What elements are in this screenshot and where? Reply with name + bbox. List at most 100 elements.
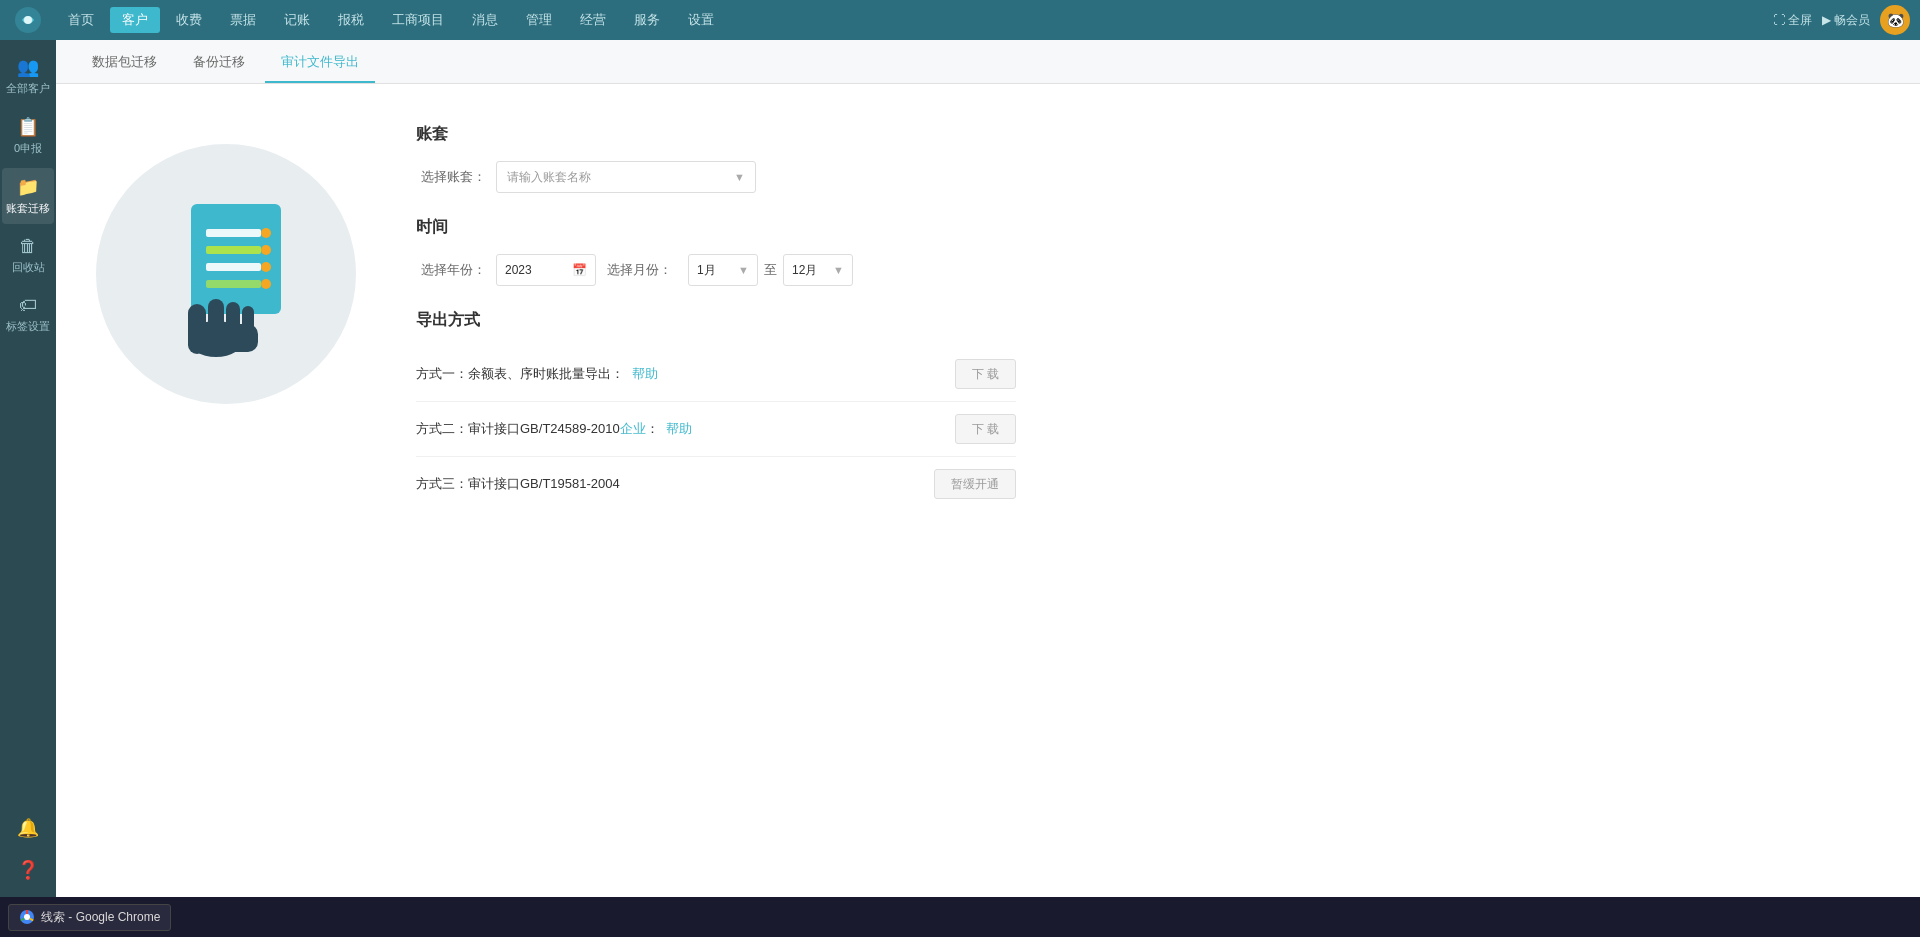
calendar-icon: 📅 xyxy=(572,263,587,277)
nav-operation[interactable]: 经营 xyxy=(568,7,618,33)
method2-download-button[interactable]: 下 载 xyxy=(955,414,1016,444)
nav-service[interactable]: 服务 xyxy=(622,7,672,33)
export-method-3: 方式三：审计接口GB/T19581-2004 暂缓开通 xyxy=(416,457,1016,511)
illustration-circle xyxy=(96,144,356,404)
nav-tax[interactable]: 报税 xyxy=(326,7,376,33)
year-label: 选择年份： xyxy=(416,261,486,279)
account-select[interactable]: 请输入账套名称 ▼ xyxy=(496,161,756,193)
month-start-select[interactable]: 1月 ▼ xyxy=(688,254,758,286)
taskbar-item-label: 线索 - Google Chrome xyxy=(41,909,160,926)
taskbar-chrome-item[interactable]: 线索 - Google Chrome xyxy=(8,904,171,931)
sidebar-item-label: 回收站 xyxy=(12,260,45,275)
top-nav-right: ⛶ 全屏 ▶ 畅会员 🐼 xyxy=(1773,5,1910,35)
svg-point-10 xyxy=(261,279,271,289)
main-layout: 👥 全部客户 📋 0申报 📁 账套迁移 🗑 回收站 🏷 标签设置 🔔 ❓ xyxy=(0,40,1920,897)
label-settings-icon: 🏷 xyxy=(19,295,37,316)
zero-declare-icon: 📋 xyxy=(17,116,39,138)
method1-text: 方式一：余额表、序时账批量导出： xyxy=(416,366,624,381)
method2-help-link[interactable]: 帮助 xyxy=(666,421,692,436)
export-section: 导出方式 方式一：余额表、序时账批量导出： 帮助 下 载 方式二：审计接口GB/… xyxy=(416,310,1016,511)
sidebar-notification[interactable]: 🔔 xyxy=(2,809,54,847)
chevron-down-icon: ▼ xyxy=(833,264,844,276)
to-label: 至 xyxy=(764,261,777,279)
export-method-1: 方式一：余额表、序时账批量导出： 帮助 下 载 xyxy=(416,347,1016,402)
year-value: 2023 xyxy=(505,263,532,277)
vip-label: 畅会员 xyxy=(1834,12,1870,29)
nav-bookkeeping[interactable]: 记账 xyxy=(272,7,322,33)
nav-invoice[interactable]: 票据 xyxy=(218,7,268,33)
sidebar-item-label-settings[interactable]: 🏷 标签设置 xyxy=(2,287,54,342)
sidebar-item-all-clients[interactable]: 👥 全部客户 xyxy=(2,48,54,104)
svg-rect-2 xyxy=(191,204,281,314)
method1-download-button[interactable]: 下 载 xyxy=(955,359,1016,389)
svg-rect-3 xyxy=(206,229,261,237)
avatar[interactable]: 🐼 xyxy=(1880,5,1910,35)
export-method-2: 方式二：审计接口GB/T24589-2010企业： 帮助 下 载 xyxy=(416,402,1016,457)
recycle-icon: 🗑 xyxy=(19,236,37,257)
top-nav: 首页 客户 收费 票据 记账 报税 工商项目 消息 管理 经营 服务 设置 ⛶ … xyxy=(0,0,1920,40)
illustration-area xyxy=(96,124,356,857)
svg-rect-5 xyxy=(206,263,261,271)
svg-point-7 xyxy=(261,228,271,238)
sidebar-item-account-migrate[interactable]: 📁 账套迁移 xyxy=(2,168,54,224)
svg-point-1 xyxy=(24,16,32,24)
app-logo xyxy=(10,2,46,38)
method1-label: 方式一：余额表、序时账批量导出： 帮助 xyxy=(416,365,955,383)
method3-label: 方式三：审计接口GB/T19581-2004 xyxy=(416,475,934,493)
fullscreen-icon: ⛶ xyxy=(1773,13,1785,27)
sidebar-bottom: 🔔 ❓ xyxy=(2,809,54,889)
fullscreen-button[interactable]: ⛶ 全屏 xyxy=(1773,12,1812,29)
account-placeholder: 请输入账套名称 xyxy=(507,169,591,186)
svg-point-18 xyxy=(24,914,30,920)
month-label: 选择月份： xyxy=(602,261,672,279)
sidebar-item-label: 账套迁移 xyxy=(6,201,50,216)
sidebar-item-label: 全部客户 xyxy=(6,81,50,96)
vip-icon: ▶ xyxy=(1822,13,1831,27)
nav-client[interactable]: 客户 xyxy=(110,7,160,33)
chevron-down-icon: ▼ xyxy=(738,264,749,276)
nav-home[interactable]: 首页 xyxy=(56,7,106,33)
method2-company-text: 企业 xyxy=(620,421,646,436)
top-nav-items: 首页 客户 收费 票据 记账 报税 工商项目 消息 管理 经营 服务 设置 xyxy=(56,7,1773,33)
time-section-title: 时间 xyxy=(416,217,1016,238)
sidebar-item-recycle[interactable]: 🗑 回收站 xyxy=(2,228,54,283)
help-icon: ❓ xyxy=(17,859,39,881)
tab-backup-migrate[interactable]: 备份迁移 xyxy=(177,43,261,83)
tab-data-migrate[interactable]: 数据包迁移 xyxy=(76,43,173,83)
chevron-down-icon: ▼ xyxy=(734,171,745,183)
sidebar-item-zero-declare[interactable]: 📋 0申报 xyxy=(2,108,54,164)
all-clients-icon: 👥 xyxy=(17,56,39,78)
left-sidebar: 👥 全部客户 📋 0申报 📁 账套迁移 🗑 回收站 🏷 标签设置 🔔 ❓ xyxy=(0,40,56,897)
sidebar-help[interactable]: ❓ xyxy=(2,851,54,889)
method2-text: 方式二：审计接口GB/T24589-2010 xyxy=(416,421,620,436)
nav-business[interactable]: 工商项目 xyxy=(380,7,456,33)
method3-open-button[interactable]: 暂缓开通 xyxy=(934,469,1016,499)
time-section: 时间 选择年份： 2023 📅 选择月份： 1月 ▼ xyxy=(416,217,1016,286)
account-row: 选择账套： 请输入账套名称 ▼ xyxy=(416,161,1016,193)
month-end-select[interactable]: 12月 ▼ xyxy=(783,254,853,286)
chrome-icon xyxy=(19,909,35,925)
account-migrate-icon: 📁 xyxy=(17,176,39,198)
nav-manage[interactable]: 管理 xyxy=(514,7,564,33)
account-label: 选择账套： xyxy=(416,168,486,186)
time-row: 选择年份： 2023 📅 选择月份： 1月 ▼ 至 xyxy=(416,254,1016,286)
page-content: 账套 选择账套： 请输入账套名称 ▼ 时间 选择年份： 20 xyxy=(56,84,1920,897)
sidebar-item-label: 标签设置 xyxy=(6,319,50,334)
export-section-title: 导出方式 xyxy=(416,310,1016,331)
svg-rect-4 xyxy=(206,246,261,254)
nav-settings[interactable]: 设置 xyxy=(676,7,726,33)
nav-charge[interactable]: 收费 xyxy=(164,7,214,33)
method2-label: 方式二：审计接口GB/T24589-2010企业： 帮助 xyxy=(416,420,955,438)
year-input[interactable]: 2023 📅 xyxy=(496,254,596,286)
sidebar-item-label: 0申报 xyxy=(14,141,42,156)
month-end-value: 12月 xyxy=(792,262,817,279)
nav-message[interactable]: 消息 xyxy=(460,7,510,33)
notification-icon: 🔔 xyxy=(17,817,39,839)
vip-button[interactable]: ▶ 畅会员 xyxy=(1822,12,1870,29)
time-controls: 2023 📅 选择月份： 1月 ▼ 至 12月 ▼ xyxy=(496,254,853,286)
method1-help-link[interactable]: 帮助 xyxy=(632,366,658,381)
content-area: 数据包迁移 备份迁移 审计文件导出 xyxy=(56,40,1920,897)
method3-text: 方式三：审计接口GB/T19581-2004 xyxy=(416,476,620,491)
tab-audit-export[interactable]: 审计文件导出 xyxy=(265,43,375,83)
account-section-title: 账套 xyxy=(416,124,1016,145)
